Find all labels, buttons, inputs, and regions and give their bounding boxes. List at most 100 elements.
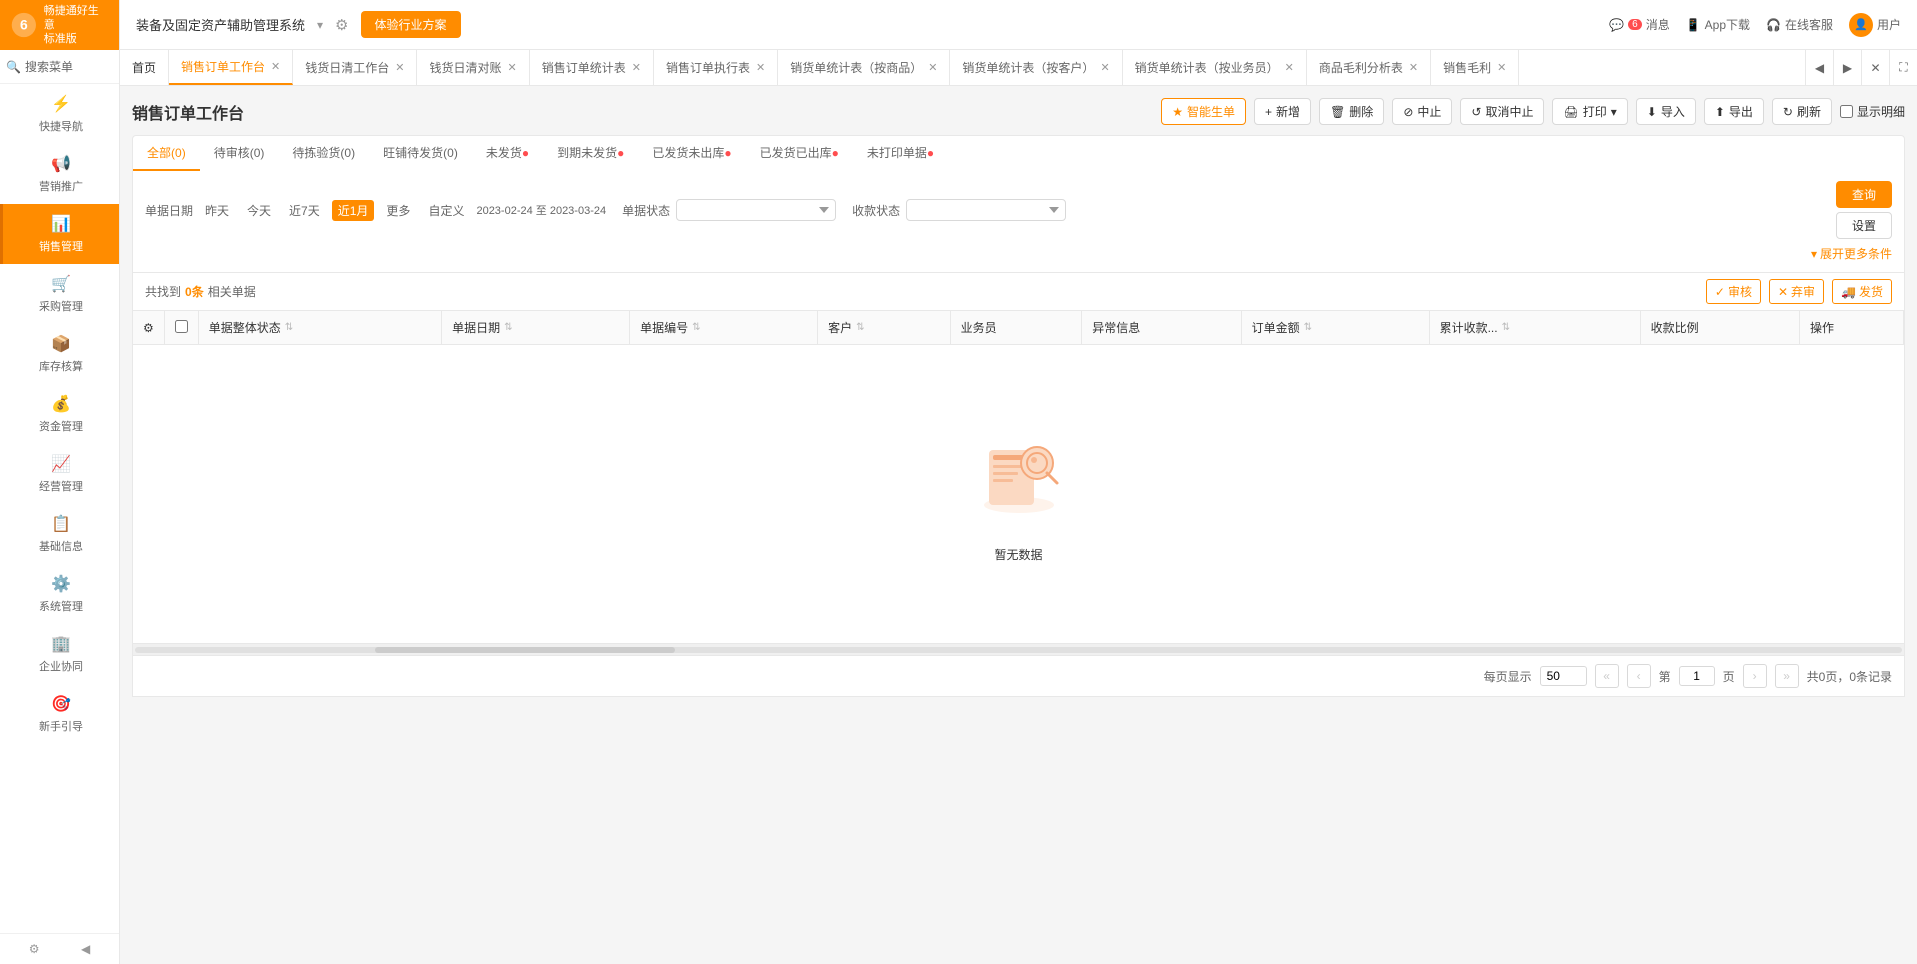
filter-tab-not-printed[interactable]: 未打印单据●	[853, 136, 948, 171]
tab-sales-stats-product[interactable]: 销货单统计表（按商品） ✕	[778, 50, 950, 85]
sidebar-item-purchase[interactable]: 🛒 采购管理	[0, 264, 119, 324]
cancel-stop-button[interactable]: ↺ 取消中止	[1460, 98, 1544, 125]
message-action[interactable]: 💬 6 消息	[1609, 16, 1670, 33]
sidebar-item-inventory[interactable]: 📦 库存核算	[0, 324, 119, 384]
next-page-button[interactable]: ›	[1743, 664, 1767, 688]
main-area: 装备及固定资产辅助管理系统 ▾ ⚙ 体验行业方案 💬 6 消息 📱 App下载 …	[120, 0, 1917, 964]
expand-conditions-button[interactable]: ▾ 展开更多条件	[1811, 245, 1892, 262]
ship-button[interactable]: 🚚 发货	[1832, 279, 1892, 304]
sidebar-item-guide[interactable]: 🎯 新手引导	[0, 684, 119, 744]
status-select[interactable]	[676, 199, 836, 221]
sidebar-settings-icon[interactable]: ⚙	[29, 942, 40, 956]
show-detail-checkbox[interactable]: 显示明细	[1840, 103, 1905, 120]
date-opt-custom[interactable]: 自定义	[422, 200, 470, 221]
sidebar-item-system[interactable]: ⚙️ 系统管理	[0, 564, 119, 624]
filter-tab-pending-check[interactable]: 待拣验货(0)	[278, 136, 369, 171]
last-page-button[interactable]: »	[1775, 664, 1799, 688]
tab-close-icon[interactable]: ✕	[1409, 61, 1418, 74]
print-button[interactable]: 🖨 打印 ▾	[1552, 98, 1627, 125]
tab-close-icon[interactable]: ✕	[1100, 61, 1109, 74]
page-size-select[interactable]: 50 10 20 100	[1540, 666, 1587, 686]
sidebar-item-quick-nav[interactable]: ⚡ 快捷导航	[0, 84, 119, 144]
scrollbar-track[interactable]	[135, 647, 1902, 653]
new-button[interactable]: + 新增	[1254, 98, 1311, 125]
tab-sales-stats-staff[interactable]: 销货单统计表（按业务员） ✕	[1123, 50, 1307, 85]
tab-sales-exec[interactable]: 销售订单执行表 ✕	[654, 50, 778, 85]
filter-tab-all[interactable]: 全部(0)	[133, 136, 200, 171]
date-opt-month[interactable]: 近1月	[332, 200, 375, 221]
tab-sales-profit[interactable]: 销售毛利 ✕	[1431, 50, 1519, 85]
sort-icon[interactable]: ⇅	[1502, 322, 1510, 333]
tab-close-icon[interactable]: ✕	[395, 61, 404, 74]
filter-tab-wangpu-ship[interactable]: 旺铺待发货(0)	[369, 136, 472, 171]
tab-product-margin[interactable]: 商品毛利分析表 ✕	[1307, 50, 1431, 85]
tab-close-icon[interactable]: ✕	[271, 60, 280, 73]
tab-nav-next[interactable]: ▶	[1833, 50, 1861, 86]
sort-icon[interactable]: ⇅	[856, 322, 864, 333]
sidebar-item-marketing[interactable]: 📢 营销推广	[0, 144, 119, 204]
date-opt-today[interactable]: 今天	[241, 200, 277, 221]
filter-tab-overdue-ship[interactable]: 到期未发货●	[543, 136, 638, 171]
filter-tab-shipped-out[interactable]: 已发货已出库●	[746, 136, 853, 171]
filter-tab-shipped-not-out[interactable]: 已发货未出库●	[638, 136, 745, 171]
cancel-review-button[interactable]: ✕ 弃审	[1769, 279, 1824, 304]
gear-icon[interactable]: ⚙	[335, 16, 348, 34]
filter-tab-not-shipped[interactable]: 未发货●	[472, 136, 543, 171]
app-download-action[interactable]: 📱 App下载	[1686, 16, 1750, 33]
tab-close-icon[interactable]: ✕	[632, 61, 641, 74]
tab-sales-stats[interactable]: 销售订单统计表 ✕	[530, 50, 654, 85]
tab-close-icon[interactable]: ✕	[756, 61, 765, 74]
tab-close-icon[interactable]: ✕	[928, 61, 937, 74]
sort-icon[interactable]: ⇅	[692, 322, 700, 333]
scrollbar-thumb[interactable]	[375, 647, 675, 653]
filter-tab-pending-review[interactable]: 待审核(0)	[200, 136, 279, 171]
prev-page-button[interactable]: ‹	[1627, 664, 1651, 688]
review-button[interactable]: ✓ 审核	[1706, 279, 1761, 304]
sidebar-item-enterprise[interactable]: 🏢 企业协同	[0, 624, 119, 684]
refresh-button[interactable]: ↻ 刷新	[1772, 98, 1832, 125]
tab-cash-reconcile[interactable]: 钱货日清对账 ✕	[417, 50, 529, 85]
sidebar-item-label: 采购管理	[39, 298, 83, 314]
sidebar-search-menu[interactable]: 🔍 搜索菜单	[0, 50, 119, 84]
tab-close-icon[interactable]: ✕	[1285, 61, 1294, 74]
tab-close-current[interactable]: ✕	[1861, 50, 1889, 86]
page-number-input[interactable]	[1679, 666, 1715, 686]
tab-home[interactable]: 首页	[120, 50, 169, 85]
payment-select[interactable]	[906, 199, 1066, 221]
date-opt-more[interactable]: 更多	[380, 200, 416, 221]
date-opt-yesterday[interactable]: 昨天	[199, 200, 235, 221]
horizontal-scrollbar[interactable]	[132, 644, 1905, 656]
select-all-checkbox[interactable]	[175, 320, 188, 333]
export-button[interactable]: ⬆ 导出	[1704, 98, 1764, 125]
tab-nav-prev[interactable]: ◀	[1805, 50, 1833, 86]
tab-close-icon[interactable]: ✕	[508, 61, 517, 74]
user-action[interactable]: 👤 用户	[1849, 13, 1901, 37]
tab-sales-workbench[interactable]: 销售订单工作台 ✕	[169, 50, 293, 85]
show-detail-input[interactable]	[1840, 105, 1853, 118]
tab-sales-stats-customer[interactable]: 销货单统计表（按客户） ✕	[950, 50, 1122, 85]
import-button[interactable]: ⬇ 导入	[1636, 98, 1696, 125]
quick-nav-icon: ⚡	[51, 94, 71, 114]
first-page-button[interactable]: «	[1595, 664, 1619, 688]
sort-icon[interactable]: ⇅	[285, 322, 293, 333]
stop-button[interactable]: ⊘ 中止	[1392, 98, 1452, 125]
sidebar-item-operation[interactable]: 📈 经营管理	[0, 444, 119, 504]
tab-fullscreen[interactable]: ⛶	[1889, 50, 1917, 86]
date-opt-7days[interactable]: 近7天	[283, 200, 326, 221]
settings-icon[interactable]: ⚙	[143, 321, 154, 335]
sidebar-item-sales[interactable]: 📊 销售管理	[0, 204, 119, 264]
chevron-down-icon[interactable]: ▾	[317, 18, 323, 32]
tab-close-icon[interactable]: ✕	[1497, 61, 1506, 74]
sidebar-collapse-icon[interactable]: ◀	[81, 942, 90, 956]
ai-create-button[interactable]: ★ 智能生单	[1161, 98, 1246, 125]
online-service-action[interactable]: 🎧 在线客服	[1766, 16, 1833, 33]
sidebar-item-finance[interactable]: 💰 资金管理	[0, 384, 119, 444]
set-button[interactable]: 设置	[1836, 212, 1892, 239]
sort-icon[interactable]: ⇅	[1304, 322, 1312, 333]
delete-button[interactable]: 🗑 删除	[1319, 98, 1384, 125]
sidebar-item-basic-info[interactable]: 📋 基础信息	[0, 504, 119, 564]
tab-cash-daily[interactable]: 钱货日清工作台 ✕	[293, 50, 417, 85]
query-button[interactable]: 查询	[1836, 181, 1892, 208]
sort-icon[interactable]: ⇅	[504, 322, 512, 333]
industry-solution-button[interactable]: 体验行业方案	[361, 11, 461, 38]
